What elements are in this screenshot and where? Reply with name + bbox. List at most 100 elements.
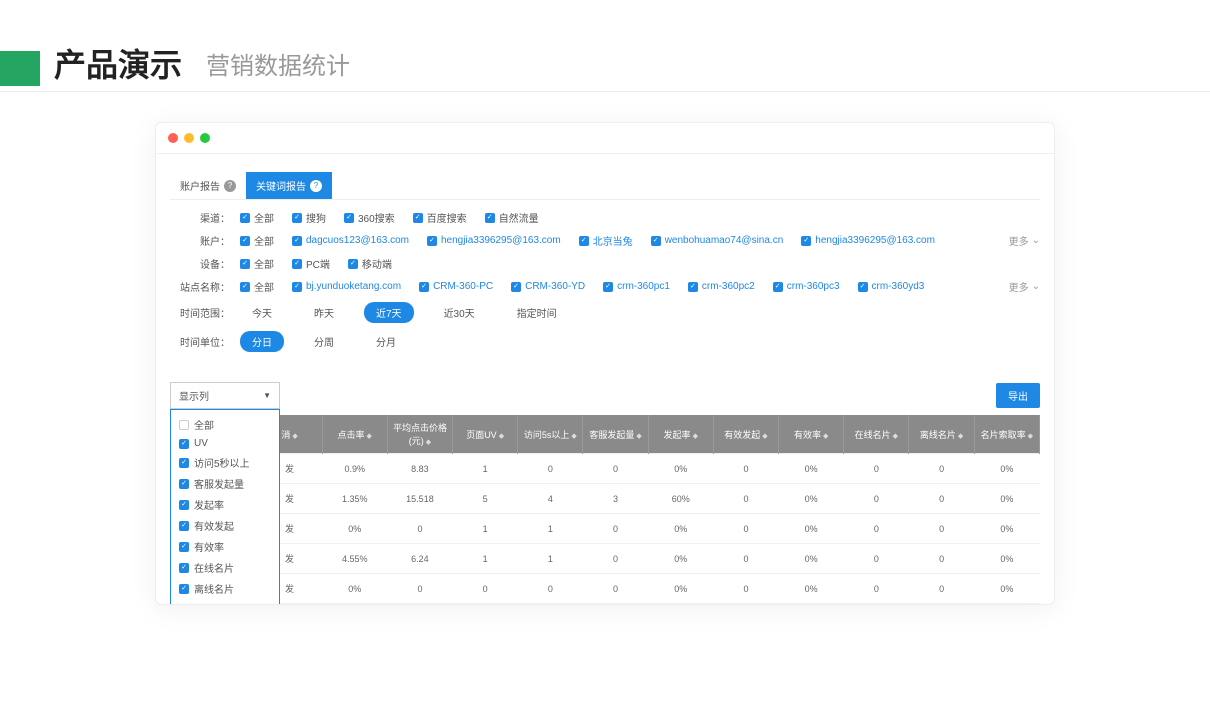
- column-select: 显示列 全部✓UV✓访问5秒以上✓客服发起量✓发起率✓有效发起✓有效率✓在线名片…: [170, 382, 280, 409]
- help-icon[interactable]: ?: [224, 180, 236, 192]
- time-range-option[interactable]: 近7天: [364, 302, 414, 323]
- minimize-icon[interactable]: [184, 133, 194, 143]
- checkbox-option[interactable]: ✓ hengjia3396295@163.com: [801, 235, 935, 246]
- checkbox-option[interactable]: ✓bj.yunduoketang.com: [292, 281, 401, 292]
- sort-icon[interactable]: ◆: [367, 433, 372, 440]
- checkbox-option[interactable]: ✓360搜索: [344, 210, 395, 225]
- table-header-cell[interactable]: 有效率◆: [779, 415, 844, 454]
- checkbox-option[interactable]: ✓crm-360pc1: [603, 281, 670, 292]
- time-unit-option[interactable]: 分日: [240, 331, 284, 352]
- column-option[interactable]: ✓有效发起: [171, 515, 279, 536]
- checkbox-option[interactable]: ✓crm-360pc3: [773, 281, 840, 292]
- sort-icon[interactable]: ◆: [693, 433, 698, 440]
- table-header-cell[interactable]: 访问5s以上◆: [518, 415, 583, 454]
- sort-icon[interactable]: ◆: [499, 433, 504, 440]
- checkbox-label: crm-360pc2: [702, 281, 755, 292]
- time-range-option[interactable]: 今天: [240, 302, 284, 323]
- sort-icon[interactable]: ◆: [571, 433, 576, 440]
- filter-account: 账户： ✓全部✓dagcuos123@163.com✓hengjia339629…: [170, 233, 1040, 248]
- checkbox-option[interactable]: ✓ crm-360pc2: [688, 281, 755, 292]
- tab-label: 关键词报告: [256, 178, 306, 193]
- header-label: 消: [281, 430, 290, 440]
- time-range-option[interactable]: 指定时间: [505, 302, 569, 323]
- column-option[interactable]: ✓客服发起量: [171, 473, 279, 494]
- checkbox-option[interactable]: ✓全部: [240, 210, 274, 225]
- accent-block: [0, 51, 40, 86]
- checkbox-option[interactable]: ✓全部: [240, 256, 274, 271]
- sort-icon[interactable]: ◆: [823, 433, 828, 440]
- column-option[interactable]: ✓UV: [171, 435, 279, 452]
- table-cell: 1: [453, 454, 518, 484]
- more-toggle[interactable]: 更多: [1009, 233, 1040, 248]
- export-button[interactable]: 导出: [996, 383, 1040, 408]
- checkbox-option[interactable]: ✓全部: [240, 233, 274, 248]
- time-range-option[interactable]: 昨天: [302, 302, 346, 323]
- checkbox-icon: ✓: [348, 259, 358, 269]
- checkbox-option[interactable]: ✓CRM-360-YD: [511, 281, 585, 292]
- column-select-button[interactable]: 显示列: [170, 382, 280, 409]
- table-cell: 0: [909, 484, 974, 514]
- column-option[interactable]: ✓在线名片: [171, 557, 279, 578]
- sort-icon[interactable]: ◆: [426, 439, 431, 446]
- table-cell: 0: [387, 514, 452, 544]
- table-header-cell[interactable]: 点击率◆: [322, 415, 387, 454]
- table-header-cell[interactable]: 发起率◆: [648, 415, 713, 454]
- table-cell: 0: [453, 574, 518, 604]
- time-range-option[interactable]: 近30天: [432, 302, 487, 323]
- checkbox-option[interactable]: ✓PC端: [292, 256, 330, 271]
- maximize-icon[interactable]: [200, 133, 210, 143]
- checkbox-option[interactable]: ✓CRM-360-PC: [419, 281, 493, 292]
- time-unit-option[interactable]: 分周: [302, 331, 346, 352]
- close-icon[interactable]: [168, 133, 178, 143]
- checkbox-icon: ✓: [688, 282, 698, 292]
- sort-icon[interactable]: ◆: [893, 433, 898, 440]
- column-option[interactable]: ✓有效率: [171, 536, 279, 557]
- table-cell: 0%: [648, 544, 713, 574]
- table-row: bj-云朵课堂发1.35%15.51854360%00%000%: [170, 484, 1040, 514]
- more-label: 更多: [1009, 279, 1029, 294]
- table-header-cell[interactable]: 页面UV◆: [453, 415, 518, 454]
- sort-icon[interactable]: ◆: [958, 433, 963, 440]
- checkbox-option[interactable]: ✓移动端: [348, 256, 392, 271]
- checkbox-icon: ✓: [801, 236, 811, 246]
- checkbox-icon: ✓: [292, 282, 302, 292]
- checkbox-option[interactable]: ✓北京当兔: [579, 233, 633, 248]
- sort-icon[interactable]: ◆: [636, 433, 641, 440]
- table-cell: 0: [713, 484, 778, 514]
- sort-icon[interactable]: ◆: [762, 433, 767, 440]
- checkbox-option[interactable]: ✓crm-360yd3: [858, 281, 925, 292]
- checkbox-option[interactable]: ✓wenbohuamao74@sina.cn: [651, 235, 784, 246]
- table-header-cell[interactable]: 离线名片◆: [909, 415, 974, 454]
- checkbox-option[interactable]: ✓全部: [240, 279, 274, 294]
- column-option-label: 名片索取率: [194, 602, 244, 605]
- column-dropdown[interactable]: 全部✓UV✓访问5秒以上✓客服发起量✓发起率✓有效发起✓有效率✓在线名片✓离线名…: [170, 409, 280, 605]
- column-option[interactable]: ✓名片索取率: [171, 599, 279, 605]
- table-header-cell[interactable]: 有效发起◆: [713, 415, 778, 454]
- more-toggle[interactable]: 更多: [1009, 279, 1040, 294]
- sort-icon[interactable]: ◆: [292, 433, 297, 440]
- tab-keyword-report[interactable]: 关键词报告 ?: [246, 172, 332, 199]
- column-option[interactable]: ✓离线名片: [171, 578, 279, 599]
- checkbox-option[interactable]: ✓自然流量: [485, 210, 539, 225]
- table-cell: 0: [844, 574, 909, 604]
- tab-account-report[interactable]: 账户报告 ?: [170, 172, 246, 199]
- checkbox-option[interactable]: ✓dagcuos123@163.com: [292, 235, 409, 246]
- table-row: bj-云朵课堂发0%01100%00%000%: [170, 514, 1040, 544]
- table-header-cell[interactable]: 名片索取率◆: [974, 415, 1039, 454]
- column-option[interactable]: 全部: [171, 414, 279, 435]
- checkbox-option[interactable]: ✓hengjia3396295@163.com: [427, 235, 561, 246]
- sort-icon[interactable]: ◆: [1028, 433, 1033, 440]
- column-option[interactable]: ✓发起率: [171, 494, 279, 515]
- time-unit-option[interactable]: 分月: [364, 331, 408, 352]
- checkbox-label: hengjia3396295@163.com: [815, 235, 935, 246]
- table-header-cell[interactable]: 客服发起量◆: [583, 415, 648, 454]
- checkbox-icon: ✓: [427, 236, 437, 246]
- checkbox-option[interactable]: ✓百度搜索: [413, 210, 467, 225]
- checkbox-option[interactable]: ✓搜狗: [292, 210, 326, 225]
- column-option[interactable]: ✓访问5秒以上: [171, 452, 279, 473]
- table-body: bj-云朵课堂发0.9%8.831000%00%000%bj-云朵课堂发1.35…: [170, 454, 1040, 604]
- table-header-cell[interactable]: 在线名片◆: [844, 415, 909, 454]
- help-icon[interactable]: ?: [310, 180, 322, 192]
- table-cell: 0%: [322, 514, 387, 544]
- table-header-cell[interactable]: 平均点击价格(元)◆: [387, 415, 452, 454]
